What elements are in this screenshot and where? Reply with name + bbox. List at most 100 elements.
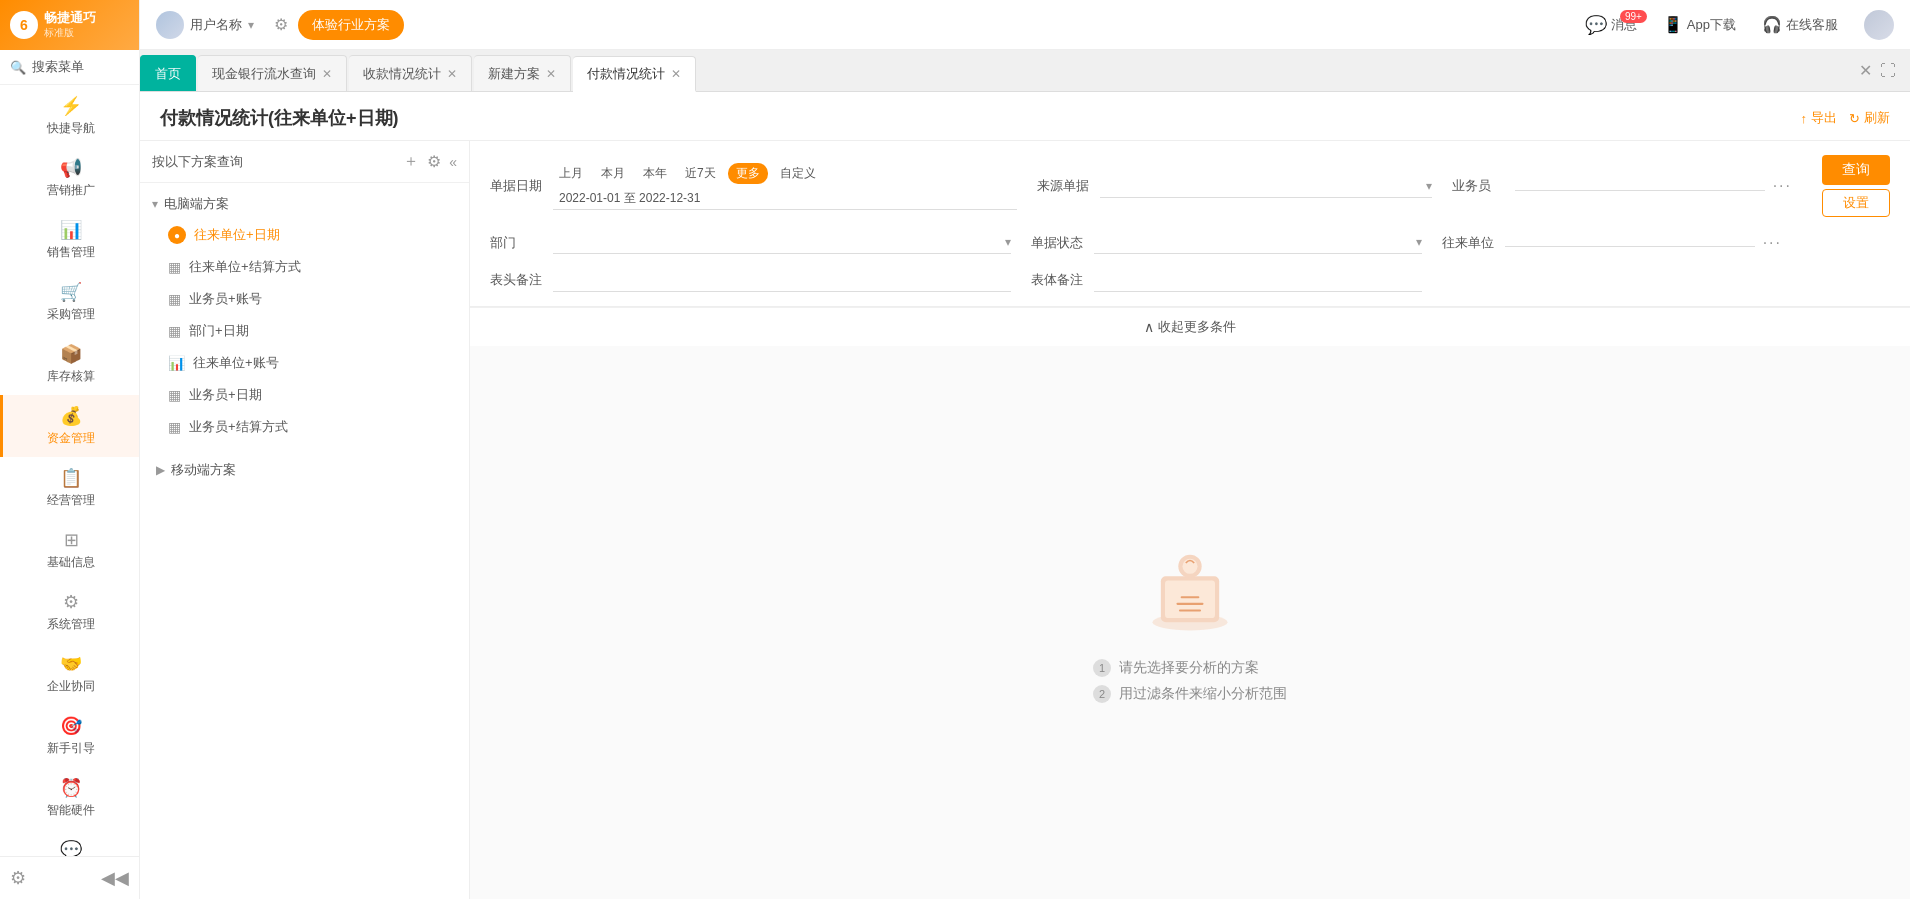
- sidebar-item-basic[interactable]: ⊞ 基础信息: [0, 519, 139, 581]
- empty-state: 1 请先选择要分析的方案 2 用过滤条件来缩小分析范围: [470, 346, 1910, 899]
- sidebar-item-quick-nav[interactable]: ⚡ 快捷导航: [0, 85, 139, 147]
- sidebar-item-finance[interactable]: 💰 资金管理: [0, 395, 139, 457]
- sidebar-item-label: 企业协同: [47, 678, 95, 695]
- mobile-scheme-section: ▶ 移动端方案: [140, 449, 469, 491]
- tab-receivable[interactable]: 收款情况统计 ✕: [349, 55, 472, 91]
- settings-scheme-icon[interactable]: ⚙: [427, 152, 441, 171]
- sidebar-item-hardware[interactable]: ⏰ 智能硬件: [0, 767, 139, 829]
- customer-ellipsis-icon[interactable]: ···: [1763, 234, 1782, 252]
- topbar-profile[interactable]: 用户名称 ▾: [156, 11, 254, 39]
- scheme-item-customer-settlement[interactable]: ▦ 往来单位+结算方式: [140, 251, 469, 283]
- dept-chevron-icon: ▾: [1005, 235, 1011, 249]
- mobile-section-header[interactable]: ▶ 移动端方案: [140, 455, 469, 485]
- sidebar-item-ops[interactable]: 📋 经营管理: [0, 457, 139, 519]
- tab-new-scheme-close-icon[interactable]: ✕: [546, 67, 556, 81]
- service-icon: 🎧: [1762, 15, 1782, 34]
- date-tag-this-year[interactable]: 本年: [637, 163, 673, 184]
- empty-tip-2: 2 用过滤条件来缩小分析范围: [1093, 685, 1287, 703]
- date-tag-7days[interactable]: 近7天: [679, 163, 722, 184]
- user-avatar[interactable]: [1864, 10, 1894, 40]
- sidebar-search[interactable]: 🔍 搜索菜单: [0, 50, 139, 85]
- profile-avatar: [156, 11, 184, 39]
- tab-cashflow[interactable]: 现金银行流水查询 ✕: [198, 55, 347, 91]
- sidebar-item-sales[interactable]: 📊 销售管理: [0, 209, 139, 271]
- settings-btn[interactable]: 设置: [1822, 189, 1890, 217]
- sidebar-item-marketing[interactable]: 📢 营销推广: [0, 147, 139, 209]
- sidebar-item-guide[interactable]: 🎯 新手引导: [0, 705, 139, 767]
- tab-receivable-label: 收款情况统计: [363, 65, 441, 83]
- dept-label: 部门: [490, 234, 545, 252]
- tab-payment-stat-close-icon[interactable]: ✕: [671, 67, 681, 81]
- sidebar-item-corp[interactable]: 🤝 企业协同: [0, 643, 139, 705]
- filter-doc-status: 单据状态 ▾: [1031, 231, 1422, 254]
- scheme-item-dept-date[interactable]: ▦ 部门+日期: [140, 315, 469, 347]
- collapse-sidebar-icon[interactable]: ◀◀: [101, 867, 129, 889]
- tip-text-2: 用过滤条件来缩小分析范围: [1119, 685, 1287, 703]
- date-range-input[interactable]: 2022-01-01 至 2022-12-31: [553, 188, 1017, 210]
- date-tag-this-month[interactable]: 本月: [595, 163, 631, 184]
- tab-payment-stat[interactable]: 付款情况统计 ✕: [573, 56, 696, 92]
- guide-icon: 🎯: [60, 715, 82, 737]
- scheme-item-staff-settlement[interactable]: ▦ 业务员+结算方式: [140, 411, 469, 443]
- filter-section: 单据日期 上月 本月 本年 近7天 更多 自定义 2022-: [470, 141, 1910, 307]
- hardware-icon: ⏰: [60, 777, 82, 799]
- tabs-close-all-icon[interactable]: ✕: [1855, 57, 1876, 84]
- tabs-expand-icon[interactable]: ⛶: [1876, 58, 1900, 84]
- msg-badge: 99+: [1620, 10, 1647, 23]
- collapse-more-btn[interactable]: ∧ 收起更多条件: [470, 307, 1910, 346]
- scheme-item-staff-date[interactable]: ▦ 业务员+日期: [140, 379, 469, 411]
- weixin-icon: 💬: [60, 839, 82, 856]
- mobile-section-arrow-icon: ▶: [156, 463, 165, 477]
- page-header: 付款情况统计(往来单位+日期) ↑ 导出 ↻ 刷新: [140, 92, 1910, 141]
- sales-icon: 📊: [60, 219, 82, 241]
- panel-header: 按以下方案查询 ＋ ⚙ «: [140, 141, 469, 183]
- settings-footer-icon[interactable]: ⚙: [10, 867, 26, 889]
- tab-home-label: 首页: [155, 65, 181, 83]
- tab-home[interactable]: 首页: [140, 55, 196, 91]
- query-btn[interactable]: 查询: [1822, 155, 1890, 185]
- empty-tip-1: 1 请先选择要分析的方案: [1093, 659, 1287, 677]
- source-dropdown[interactable]: ▾: [1100, 175, 1432, 198]
- date-tag-custom[interactable]: 自定义: [774, 163, 822, 184]
- scheme-item-staff-account[interactable]: ▦ 业务员+账号: [140, 283, 469, 315]
- sidebar-item-weixin[interactable]: 💬 企业微信: [0, 829, 139, 856]
- date-tag-more[interactable]: 更多: [728, 163, 768, 184]
- scheme-item-label: 业务员+结算方式: [189, 418, 288, 436]
- refresh-btn[interactable]: ↻ 刷新: [1849, 109, 1890, 127]
- topbar-msg[interactable]: 💬 消息 99+: [1585, 14, 1637, 36]
- left-panel: 按以下方案查询 ＋ ⚙ « ▾ 电脑端方案 ● 往来单位+日期 ▦: [140, 141, 470, 899]
- topbar-settings-icon[interactable]: ⚙: [274, 15, 288, 34]
- customer-input[interactable]: [1505, 238, 1755, 247]
- sidebar-item-system[interactable]: ⚙ 系统管理: [0, 581, 139, 643]
- staff-input[interactable]: [1515, 182, 1765, 191]
- scheme-item-customer-account[interactable]: 📊 往来单位+账号: [140, 347, 469, 379]
- header-note-input[interactable]: [553, 268, 1011, 292]
- topbar-service[interactable]: 🎧 在线客服: [1762, 15, 1838, 34]
- staff-ellipsis-icon[interactable]: ···: [1773, 177, 1792, 195]
- trial-btn[interactable]: 体验行业方案: [298, 10, 404, 40]
- scheme-item-customer-date[interactable]: ● 往来单位+日期: [140, 219, 469, 251]
- desktop-section-header[interactable]: ▾ 电脑端方案: [140, 189, 469, 219]
- tab-payment-stat-label: 付款情况统计: [587, 65, 665, 83]
- sidebar-item-inventory[interactable]: 📦 库存核算: [0, 333, 139, 395]
- dept-dropdown[interactable]: ▾: [553, 231, 1011, 254]
- scheme-grid-icon: ▦: [168, 291, 181, 307]
- doc-status-chevron-icon: ▾: [1416, 235, 1422, 249]
- filter-header-note: 表头备注: [490, 268, 1011, 292]
- export-btn[interactable]: ↑ 导出: [1801, 109, 1838, 127]
- body-note-input[interactable]: [1094, 268, 1422, 292]
- date-tag-last-month[interactable]: 上月: [553, 163, 589, 184]
- filter-staff: 业务员 ···: [1452, 177, 1792, 195]
- doc-status-dropdown[interactable]: ▾: [1094, 231, 1422, 254]
- collapse-panel-icon[interactable]: «: [449, 154, 457, 170]
- add-scheme-icon[interactable]: ＋: [403, 151, 419, 172]
- tab-new-scheme[interactable]: 新建方案 ✕: [474, 55, 571, 91]
- tip-num-1: 1: [1093, 659, 1111, 677]
- panel-title: 按以下方案查询: [152, 153, 243, 171]
- sidebar-item-purchase[interactable]: 🛒 采购管理: [0, 271, 139, 333]
- topbar-app-download[interactable]: 📱 App下载: [1663, 15, 1736, 34]
- tab-cashflow-close-icon[interactable]: ✕: [322, 67, 332, 81]
- source-label: 来源单据: [1037, 177, 1092, 195]
- tab-receivable-close-icon[interactable]: ✕: [447, 67, 457, 81]
- scheme-grid-icon: ▦: [168, 419, 181, 435]
